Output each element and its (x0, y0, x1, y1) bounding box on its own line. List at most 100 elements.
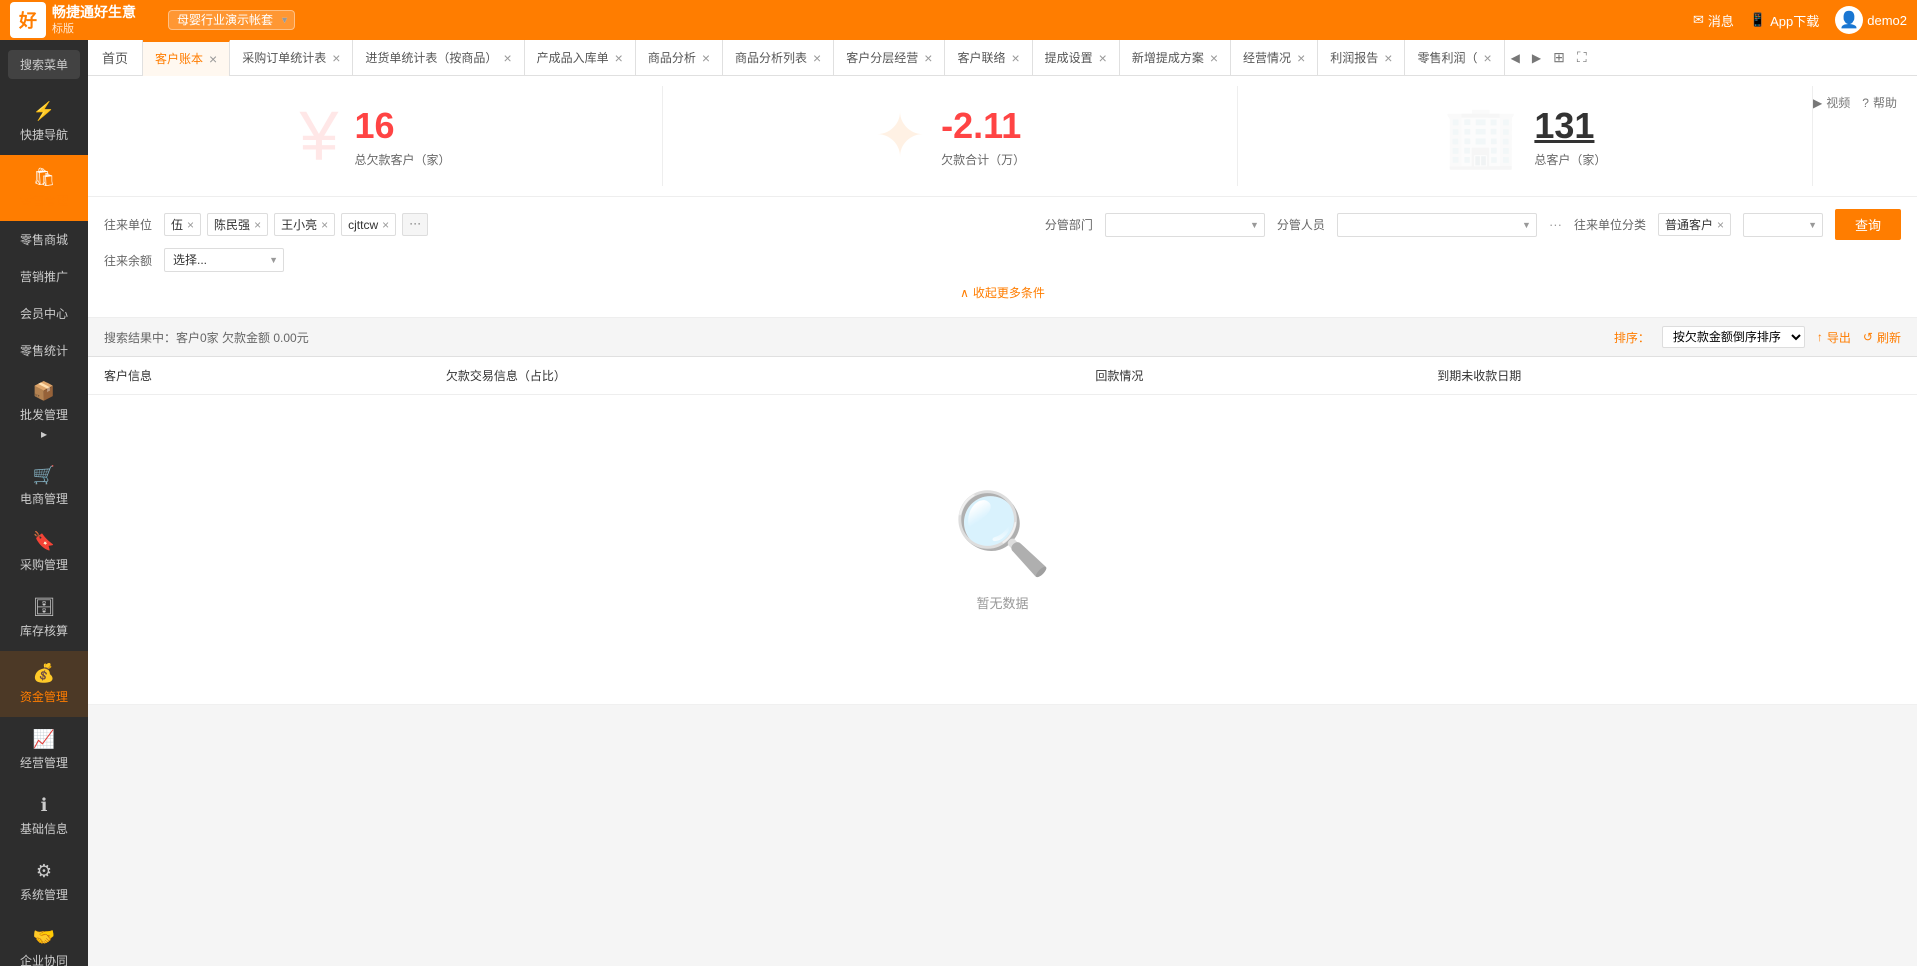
stat-item-customers: ¥ 16 总欠款客户（家） (88, 86, 663, 186)
tab-goods-analysis-close[interactable]: × (702, 50, 710, 66)
sidebar-search-area: 搜索菜单 (0, 40, 88, 89)
unit-tag-wu[interactable]: 伍 × (164, 213, 201, 236)
person-select-wrap[interactable] (1337, 213, 1537, 237)
tab-raise-settings[interactable]: 提成设置 × (1033, 40, 1120, 76)
sidebar-item-retail-stats[interactable]: 零售统计 (0, 332, 88, 369)
tab-retail-profit-close[interactable]: × (1483, 50, 1491, 66)
filter-row-1: 往来单位 伍 × 陈民强 × 王小亮 (104, 209, 1901, 240)
person-select[interactable] (1337, 213, 1537, 237)
tab-goods-analysis-list[interactable]: 商品分析列表 × (723, 40, 834, 76)
tab-goods-in-stats-close[interactable]: × (503, 50, 511, 66)
tab-goods-analysis-list-close[interactable]: × (813, 50, 821, 66)
sidebar-item-retail-mall[interactable]: 零售商城 (0, 221, 88, 258)
tab-profit-report[interactable]: 利润报告 × (1318, 40, 1405, 76)
tab-customer-account-label: 客户账本 (155, 50, 203, 67)
unit-tag-wu-text: 伍 (171, 216, 183, 233)
tab-profit-report-close[interactable]: × (1384, 50, 1392, 66)
sidebar-item-wholesale-mgmt[interactable]: 📦 批发管理 ▸ (0, 369, 88, 453)
unit-tag-cjttcw-close[interactable]: × (382, 218, 389, 232)
sort-label: 排序： (1614, 329, 1650, 346)
tab-customer-tier-close[interactable]: × (924, 50, 932, 66)
unit-class-tag-normal[interactable]: 普通客户 × (1658, 213, 1731, 236)
tab-goods-analysis[interactable]: 商品分析 × (636, 40, 723, 76)
tab-customer-contact[interactable]: 客户联络 × (945, 40, 1032, 76)
sidebar-item-inventory[interactable]: 🗄 库存核算 (0, 585, 88, 651)
unit-class-tag-normal-close[interactable]: × (1717, 218, 1724, 232)
sidebar-item-purchase[interactable]: 🔖 采购管理 (0, 519, 88, 585)
tab-raise-settings-close[interactable]: × (1099, 50, 1107, 66)
balance-select[interactable]: 选择... (164, 248, 284, 272)
tab-goods-in-stats[interactable]: 进货单统计表（按商品） × (353, 40, 524, 76)
tab-goods-analysis-list-label: 商品分析列表 (735, 49, 807, 66)
tab-new-raise-plan-close[interactable]: × (1210, 50, 1218, 66)
unit-tag-wang-close[interactable]: × (321, 218, 328, 232)
tab-customer-account[interactable]: 客户账本 × (143, 40, 230, 76)
tab-customer-contact-close[interactable]: × (1011, 50, 1019, 66)
sidebar-item-system[interactable]: ⚙ 系统管理 (0, 849, 88, 915)
empty-state: 🔍 暂无数据 (104, 407, 1901, 692)
refresh-btn[interactable]: ↺ 刷新 (1863, 329, 1901, 346)
tab-product-in-single-close[interactable]: × (615, 50, 623, 66)
message-btn[interactable]: ✉ 消息 (1693, 11, 1734, 30)
account-selector-wrap[interactable]: 母婴行业演示帐套 ▼ (152, 10, 295, 30)
tab-customer-tier-label: 客户分层经营 (846, 49, 918, 66)
sidebar-item-capital[interactable]: 💰 资金管理 (0, 651, 88, 717)
tab-operation-status[interactable]: 经营情况 × (1231, 40, 1318, 76)
sort-select[interactable]: 按欠款金额倒序排序 (1662, 326, 1805, 348)
help-btn[interactable]: ? 帮助 (1862, 94, 1897, 111)
person-select-more[interactable]: ··· (1549, 217, 1562, 232)
unit-class-select[interactable] (1743, 213, 1823, 237)
tab-fullscreen-btn[interactable]: ⛶ (1571, 40, 1593, 76)
unit-tag-cjttcw[interactable]: cjttcw × (341, 213, 396, 236)
col-debt-info: 欠款交易信息（占比） (430, 357, 1080, 395)
balance-select-wrap[interactable]: 选择... (164, 248, 284, 272)
unit-tag-chen[interactable]: 陈民强 × (207, 213, 268, 236)
tab-customer-account-close[interactable]: × (209, 51, 217, 67)
tab-scroll-left[interactable]: ◀ (1505, 40, 1526, 76)
query-button[interactable]: 查询 (1835, 209, 1901, 240)
tab-expand-btn[interactable]: ⊞ (1547, 40, 1571, 76)
unit-tag-chen-close[interactable]: × (254, 218, 261, 232)
tab-purchase-order-stats[interactable]: 采购订单统计表 × (230, 40, 353, 76)
sidebar-item-retail-mgmt[interactable]: 🛍 零售管理 (0, 155, 88, 221)
export-btn[interactable]: ↑ 导出 (1817, 329, 1851, 346)
tab-home[interactable]: 首页 (88, 40, 143, 76)
basic-info-label: 基础信息 (20, 820, 68, 837)
unit-tag-more[interactable]: ··· (402, 213, 428, 236)
tab-customer-contact-label: 客户联络 (957, 49, 1005, 66)
dept-select[interactable] (1105, 213, 1265, 237)
app-wrapper: 好 畅捷通好生意 标版 母婴行业演示帐套 ▼ ✉ 消息 📱 App下载 👤 (0, 0, 1917, 966)
unit-class-tag-list: 普通客户 × (1658, 213, 1731, 236)
tab-retail-profit[interactable]: 零售利润（ × (1405, 40, 1504, 76)
empty-label: 暂无数据 (976, 593, 1028, 612)
sidebar-item-basic-info[interactable]: ℹ 基础信息 (0, 783, 88, 849)
tab-operation-status-close[interactable]: × (1297, 50, 1305, 66)
app-download-btn[interactable]: 📱 App下载 (1750, 11, 1819, 30)
sidebar-item-member-center[interactable]: 会员中心 (0, 295, 88, 332)
table-header: 客户信息 欠款交易信息（占比） 回款情况 到期未收款日期 (88, 357, 1917, 395)
message-icon: ✉ (1693, 12, 1704, 28)
unit-tag-wu-close[interactable]: × (187, 218, 194, 232)
tab-customer-tier[interactable]: 客户分层经营 × (834, 40, 945, 76)
sidebar-item-enterprise-coop[interactable]: 🤝 企业协同 (0, 915, 88, 966)
sidebar-item-operation[interactable]: 📈 经营管理 (0, 717, 88, 783)
sidebar-search-button[interactable]: 搜索菜单 (8, 50, 80, 79)
sidebar-item-marketing[interactable]: 营销推广 (0, 258, 88, 295)
stat-text-customers: 16 总欠款客户（家） (354, 105, 450, 168)
sidebar-item-ecommerce[interactable]: 🛒 电商管理 (0, 453, 88, 519)
tab-scroll-right[interactable]: ▶ (1526, 40, 1547, 76)
account-selector[interactable]: 母婴行业演示帐套 (168, 10, 295, 30)
dept-select-wrap[interactable] (1105, 213, 1265, 237)
tab-new-raise-plan-label: 新增提成方案 (1132, 49, 1204, 66)
unit-tag-wang[interactable]: 王小亮 × (274, 213, 335, 236)
sidebar-item-quick-nav[interactable]: ⚡ 快捷导航 (0, 89, 88, 155)
unit-class-select-wrap[interactable] (1743, 213, 1823, 237)
collapse-btn[interactable]: ∧ 收起更多条件 (104, 280, 1901, 305)
tab-new-raise-plan[interactable]: 新增提成方案 × (1120, 40, 1231, 76)
help-links: ▶ 视频 ? 帮助 (1813, 86, 1917, 186)
tab-product-in-single[interactable]: 产成品入库单 × (525, 40, 636, 76)
tab-purchase-order-stats-close[interactable]: × (332, 50, 340, 66)
video-help-btn[interactable]: ▶ 视频 (1813, 94, 1850, 111)
user-avatar-btn[interactable]: 👤 demo2 (1835, 6, 1907, 34)
export-label: 导出 (1827, 329, 1851, 346)
